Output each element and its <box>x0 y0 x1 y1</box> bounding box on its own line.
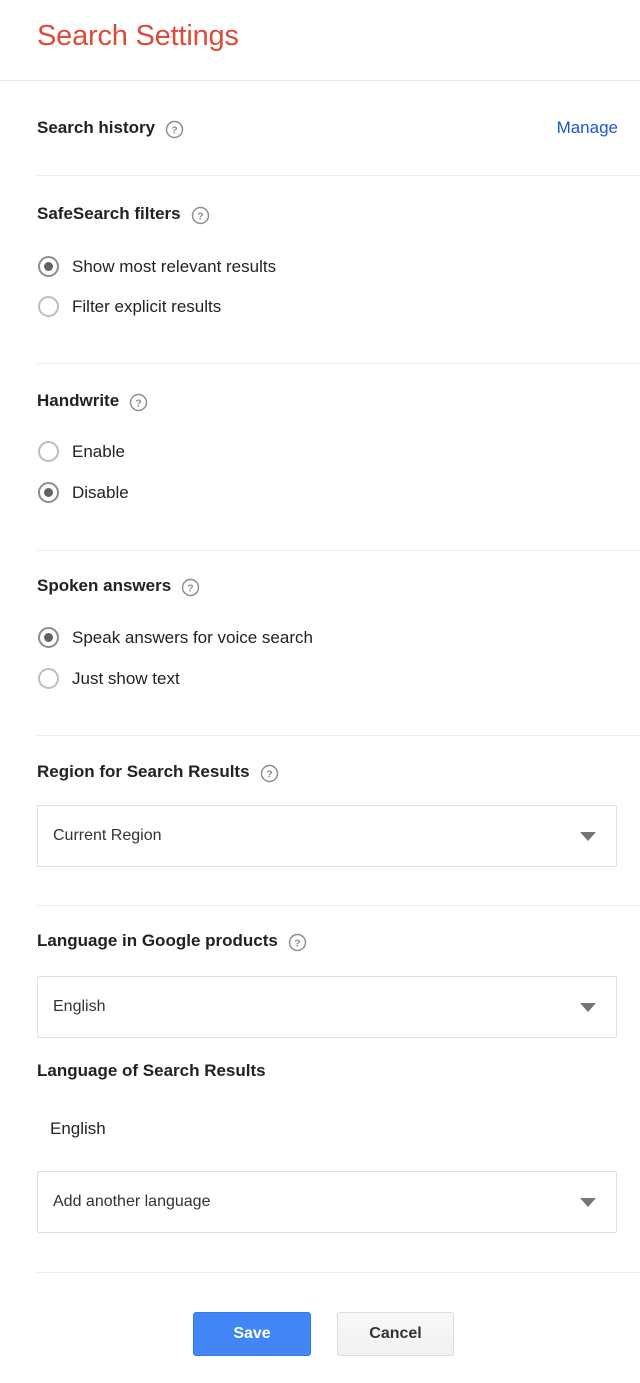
radio-handwrite-disable[interactable]: Disable <box>38 482 129 503</box>
safesearch-label: SafeSearch filters <box>37 204 181 223</box>
region-label: Region for Search Results <box>37 762 250 781</box>
section-heading-safesearch: SafeSearch filters ? <box>37 203 210 225</box>
svg-text:?: ? <box>187 583 193 594</box>
radio-label: Disable <box>72 483 129 502</box>
language-results-label: Language of Search Results <box>37 1061 266 1080</box>
help-circle-icon[interactable]: ? <box>129 393 148 412</box>
language-products-label: Language in Google products <box>37 931 278 950</box>
radio-spoken-speak-answers[interactable]: Speak answers for voice search <box>38 627 313 648</box>
cancel-button[interactable]: Cancel <box>337 1312 454 1356</box>
page-header: Search Settings <box>0 0 640 81</box>
radio-spoken-just-show-text[interactable]: Just show text <box>38 668 180 689</box>
svg-text:?: ? <box>135 398 141 409</box>
radio-label: Filter explicit results <box>72 297 222 316</box>
chevron-down-icon[interactable] <box>580 1198 596 1207</box>
radio-indicator[interactable] <box>38 296 59 317</box>
chevron-down-icon[interactable] <box>580 832 596 841</box>
svg-text:?: ? <box>197 211 203 222</box>
section-divider-3 <box>37 550 640 551</box>
language-results-current-value: English <box>50 1119 106 1138</box>
search-settings-page: Search Settings Search history ? Manage … <box>0 0 640 1383</box>
radio-indicator[interactable] <box>38 482 59 503</box>
radio-label: Speak answers for voice search <box>72 628 313 647</box>
section-heading-handwrite: Handwrite ? <box>37 390 148 412</box>
radio-handwrite-enable[interactable]: Enable <box>38 441 125 462</box>
manage-search-history-link[interactable]: Manage <box>557 117 618 139</box>
section-divider-2 <box>37 363 640 364</box>
radio-indicator[interactable] <box>38 627 59 648</box>
radio-label: Show most relevant results <box>72 257 277 276</box>
add-another-language-value: Add another language <box>53 1193 211 1210</box>
save-button[interactable]: Save <box>193 1312 311 1356</box>
svg-text:?: ? <box>171 125 177 136</box>
language-products-dropdown[interactable]: English <box>37 976 617 1038</box>
help-circle-icon[interactable]: ? <box>181 578 200 597</box>
region-dropdown[interactable]: Current Region <box>37 805 617 867</box>
help-circle-icon[interactable]: ? <box>288 933 307 952</box>
svg-text:?: ? <box>266 769 272 780</box>
radio-safesearch-show-most-relevant[interactable]: Show most relevant results <box>38 256 276 277</box>
language-products-dropdown-value: English <box>53 998 106 1015</box>
section-divider-6 <box>37 1272 640 1273</box>
section-divider-4 <box>37 735 640 736</box>
region-dropdown-value: Current Region <box>53 827 162 844</box>
chevron-down-icon[interactable] <box>580 1003 596 1012</box>
section-divider-5 <box>37 905 640 906</box>
help-circle-icon[interactable]: ? <box>260 764 279 783</box>
section-heading-spoken-answers: Spoken answers ? <box>37 575 200 597</box>
radio-indicator[interactable] <box>38 256 59 277</box>
section-heading-language-results: Language of Search Results <box>37 1060 266 1082</box>
handwrite-label: Handwrite <box>37 391 120 410</box>
add-another-language-dropdown[interactable]: Add another language <box>37 1171 617 1233</box>
section-divider-1 <box>37 175 640 176</box>
radio-label: Enable <box>72 442 125 461</box>
section-heading-language-products: Language in Google products ? <box>37 930 307 952</box>
help-circle-icon[interactable]: ? <box>191 206 210 225</box>
radio-safesearch-filter-explicit[interactable]: Filter explicit results <box>38 296 221 317</box>
radio-label: Just show text <box>72 669 180 688</box>
section-heading-region: Region for Search Results ? <box>37 761 279 783</box>
page-title: Search Settings <box>37 20 239 52</box>
header-divider <box>0 80 640 81</box>
search-history-label: Search history <box>37 118 156 137</box>
spoken-answers-label: Spoken answers <box>37 576 172 595</box>
radio-indicator[interactable] <box>38 668 59 689</box>
section-heading-search-history: Search history ? <box>37 117 184 139</box>
svg-text:?: ? <box>294 938 300 949</box>
help-circle-icon[interactable]: ? <box>165 120 184 139</box>
radio-indicator[interactable] <box>38 441 59 462</box>
